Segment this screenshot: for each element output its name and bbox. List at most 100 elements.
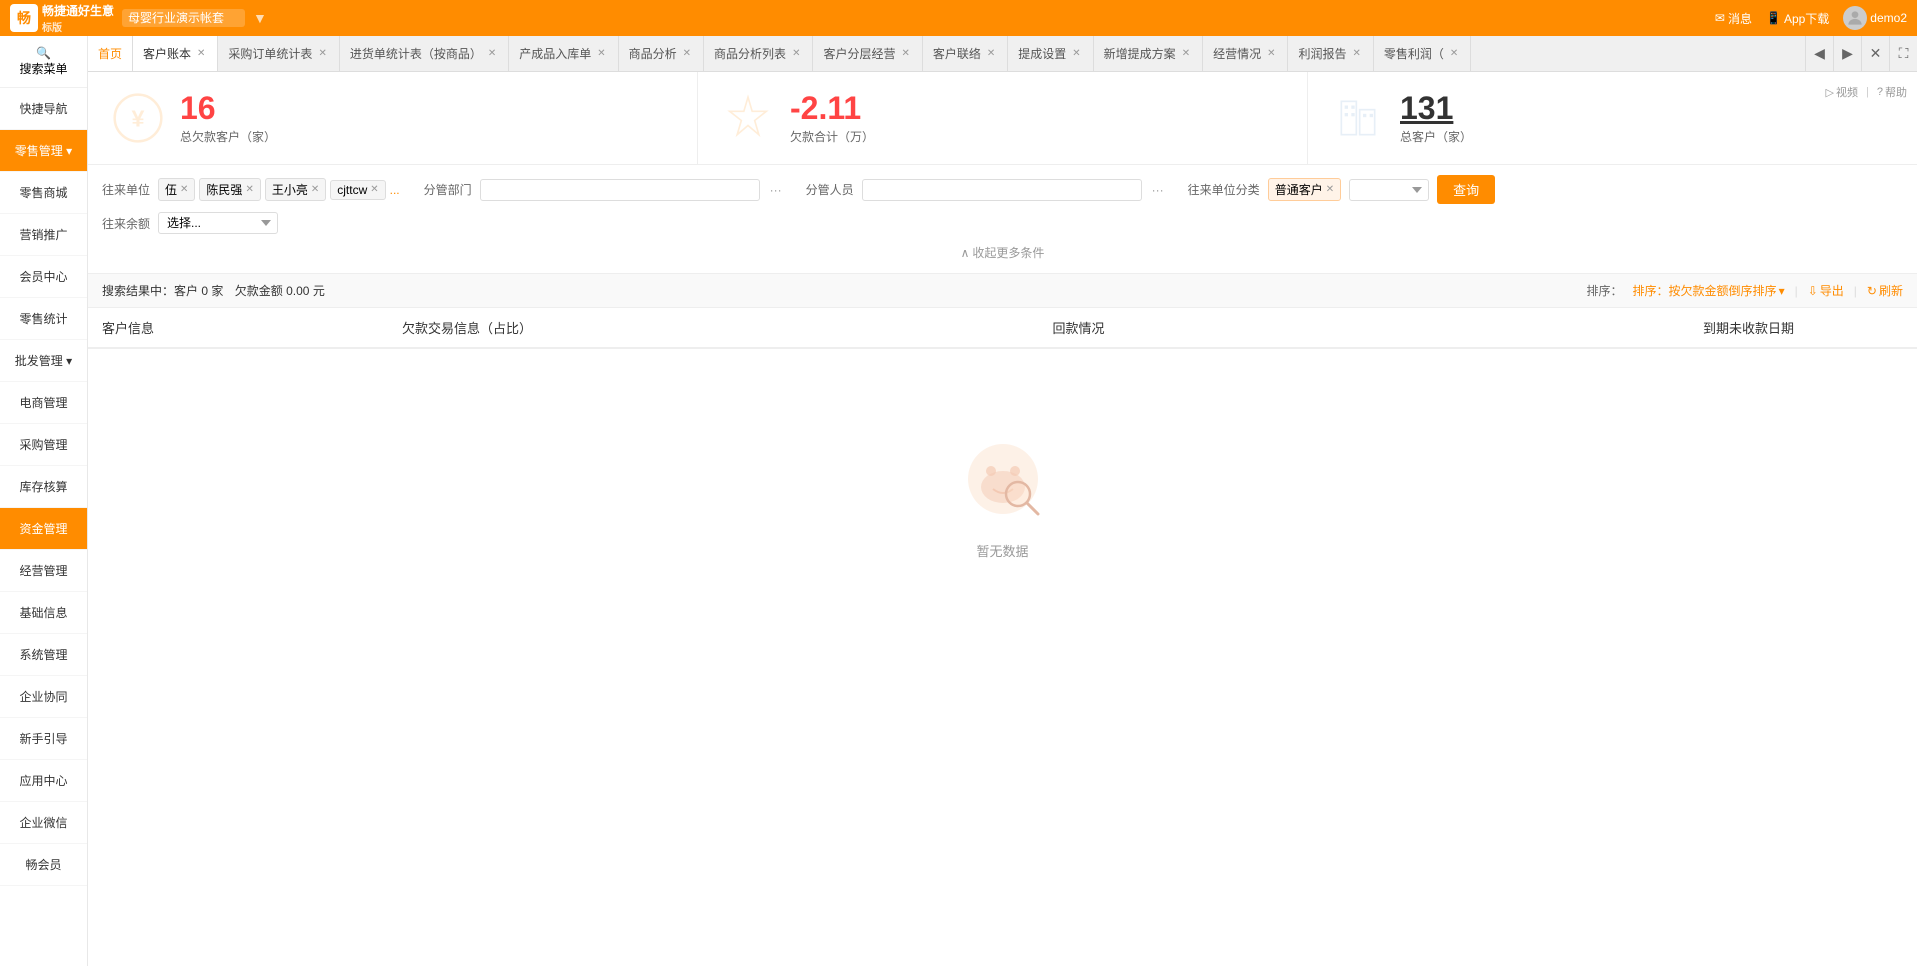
tab-close-contact[interactable]: ✕ — [985, 47, 997, 60]
sidebar-item-finance[interactable]: 资金管理 — [0, 508, 87, 550]
tab-product-analysis-list[interactable]: 商品分析列表 ✕ — [704, 36, 813, 72]
stat-total-customers: 131 总客户（家） ▷ 视频 | ? 帮助 — [1308, 72, 1917, 164]
sidebar-item-member[interactable]: 会员中心 — [0, 256, 87, 298]
sidebar-item-retail-mall[interactable]: 零售商城 — [0, 172, 87, 214]
tab-purchase-order[interactable]: 采购订单统计表 ✕ — [218, 36, 339, 72]
unit-classify-tag-close[interactable]: ✕ — [1326, 184, 1334, 195]
tab-profit-report[interactable]: 利润报告 ✕ — [1288, 36, 1373, 72]
tab-expand-button[interactable]: ⛶ — [1889, 36, 1917, 72]
tab-operation-status[interactable]: 经营情况 ✕ — [1203, 36, 1288, 72]
unit-tag-chen-close[interactable]: ✕ — [245, 184, 253, 195]
right-content: 首页 客户账本 ✕ 采购订单统计表 ✕ 进货单统计表（按商品） ✕ 产成品入库单… — [88, 36, 1917, 966]
tab-cost-in[interactable]: 产成品入库单 ✕ — [509, 36, 618, 72]
person-filter-input[interactable] — [862, 179, 1142, 201]
tab-add-plan[interactable]: 新增提成方案 ✕ — [1094, 36, 1203, 72]
sidebar-item-retail-stats[interactable]: 零售统计 — [0, 298, 87, 340]
dept-more-icon[interactable]: ··· — [770, 183, 782, 197]
unit-tag-more[interactable]: ... — [390, 183, 400, 197]
sort-chevron-icon: ▾ — [1779, 284, 1785, 298]
person-more-icon[interactable]: ··· — [1152, 183, 1164, 197]
tab-close-opstatus[interactable]: ✕ — [1265, 47, 1277, 60]
balance-filter-select[interactable]: 选择... — [158, 212, 278, 234]
tab-customer-segment[interactable]: 客户分层经营 ✕ — [813, 36, 922, 72]
tab-retail-profit[interactable]: 零售利润（ ✕ — [1374, 36, 1471, 72]
sidebar-item-retail[interactable]: 零售管理 ▾ — [0, 130, 87, 172]
stat-credit-customers-label: 总欠款客户（家） — [180, 128, 276, 145]
unit-tag-wu-close[interactable]: ✕ — [180, 184, 188, 195]
tab-promotion-settings[interactable]: 提成设置 ✕ — [1008, 36, 1093, 72]
stat-video-help: ▷ 视频 | ? 帮助 — [1826, 84, 1907, 100]
unit-classify-tag-normal: 普通客户 ✕ — [1268, 178, 1341, 201]
stat-credit-amount: -2.11 欠款合计（万） — [698, 72, 1308, 164]
video-link[interactable]: ▷ 视频 — [1826, 84, 1858, 100]
tab-customer-contact[interactable]: 客户联络 ✕ — [923, 36, 1008, 72]
help-link[interactable]: ? 帮助 — [1877, 84, 1907, 100]
tab-close-customer[interactable]: ✕ — [195, 47, 207, 60]
diamond-star-icon — [718, 88, 778, 148]
tab-close-all-button[interactable]: ✕ — [1861, 36, 1889, 72]
sidebar-item-system[interactable]: 系统管理 — [0, 634, 87, 676]
app-download-button[interactable]: 📱 App下载 — [1766, 10, 1829, 27]
collapse-btn[interactable]: ∧ 收起更多条件 — [961, 244, 1045, 261]
unit-tag-wang-close[interactable]: ✕ — [311, 184, 319, 195]
sidebar-item-app-center[interactable]: 应用中心 — [0, 760, 87, 802]
table-header: 客户信息 欠款交易信息（占比） 回款情况 到期未收款日期 — [88, 308, 1917, 349]
account-selector[interactable]: 母婴行业演示帐套 — [122, 9, 245, 27]
top-bar-right: ✉ 消息 📱 App下载 demo2 — [1715, 6, 1907, 30]
messages-button[interactable]: ✉ 消息 — [1715, 10, 1752, 27]
sidebar-item-operation[interactable]: 经营管理 — [0, 550, 87, 592]
table-col-repayment: 回款情况 — [1053, 318, 1704, 337]
tab-close-segment[interactable]: ✕ — [899, 47, 911, 60]
query-button[interactable]: 查询 — [1437, 175, 1495, 204]
user-profile[interactable]: demo2 — [1843, 6, 1907, 30]
sidebar-item-wholesale[interactable]: 批发管理 ▾ — [0, 340, 87, 382]
sidebar-item-purchase[interactable]: 采购管理 — [0, 424, 87, 466]
filter-row-2: 往来余额 选择... — [102, 212, 1903, 234]
stat-credit-customers: ¥ 16 总欠款客户（家） — [88, 72, 698, 164]
sidebar-item-member-club[interactable]: 畅会员 — [0, 844, 87, 886]
sidebar-item-inventory[interactable]: 库存核算 — [0, 466, 87, 508]
unit-filter-tags: 伍 ✕ 陈民强 ✕ 王小亮 ✕ — [158, 178, 400, 201]
tab-inbound-stats[interactable]: 进货单统计表（按商品） ✕ — [340, 36, 509, 72]
unit-tag-wang: 王小亮 ✕ — [265, 178, 326, 201]
refresh-icon: ↻ — [1867, 284, 1877, 298]
tab-close-addplan[interactable]: ✕ — [1180, 47, 1192, 60]
unit-filter-label: 往来单位 — [102, 181, 150, 198]
export-icon: ⇩ — [1808, 284, 1818, 298]
tab-customer[interactable]: 客户账本 ✕ — [133, 36, 218, 72]
tab-close-costin[interactable]: ✕ — [595, 47, 607, 60]
unit-tag-cjttcw-close[interactable]: ✕ — [370, 184, 378, 195]
sidebar-item-quick-nav[interactable]: 快捷导航 — [0, 88, 87, 130]
tab-product-analysis[interactable]: 商品分析 ✕ — [619, 36, 704, 72]
tab-prev-button[interactable]: ◀ — [1805, 36, 1833, 72]
sidebar-item-new-guide[interactable]: 新手引导 — [0, 718, 87, 760]
sidebar-search[interactable]: 🔍 搜索菜单 — [0, 36, 87, 88]
export-button[interactable]: ⇩ 导出 — [1808, 282, 1844, 299]
sidebar-item-basic-info[interactable]: 基础信息 — [0, 592, 87, 634]
sort-label: 排序： — [1587, 282, 1623, 299]
tab-close-productlist[interactable]: ✕ — [790, 47, 802, 60]
refresh-button[interactable]: ↻ 刷新 — [1867, 282, 1903, 299]
tab-home[interactable]: 首页 — [88, 36, 133, 72]
sidebar-item-marketing[interactable]: 营销推广 — [0, 214, 87, 256]
stat-total-customers-info: 131 总客户（家） — [1400, 92, 1472, 145]
stat-credit-customers-value: 16 — [180, 92, 276, 124]
unit-classify-select[interactable] — [1349, 179, 1429, 201]
top-bar-left: 畅 畅捷通好生意 标版 母婴行业演示帐套 ▼ — [10, 2, 267, 34]
tab-next-button[interactable]: ▶ — [1833, 36, 1861, 72]
tab-close-purchase[interactable]: ✕ — [316, 47, 328, 60]
search-icon: 🔍 — [0, 46, 87, 60]
sidebar-item-enterprise-wx[interactable]: 企业微信 — [0, 802, 87, 844]
stat-total-customers-label: 总客户（家） — [1400, 128, 1472, 145]
person-filter-label: 分管人员 — [806, 181, 854, 198]
tab-close-product[interactable]: ✕ — [681, 47, 693, 60]
dept-filter-input[interactable] — [480, 179, 760, 201]
tab-close-promotion[interactable]: ✕ — [1070, 47, 1082, 60]
sort-select[interactable]: 排序：按欠款金额倒序排序 ▾ — [1633, 282, 1785, 299]
sidebar-item-enterprise[interactable]: 企业协同 — [0, 676, 87, 718]
tab-close-profit[interactable]: ✕ — [1351, 47, 1363, 60]
tab-close-inbound[interactable]: ✕ — [486, 47, 498, 60]
tab-close-retailprofit[interactable]: ✕ — [1448, 47, 1460, 60]
sidebar-item-ecommerce[interactable]: 电商管理 — [0, 382, 87, 424]
sidebar: 🔍 搜索菜单 快捷导航 零售管理 ▾ 零售商城 营销推广 会员中心 零售统计 — [0, 36, 88, 966]
